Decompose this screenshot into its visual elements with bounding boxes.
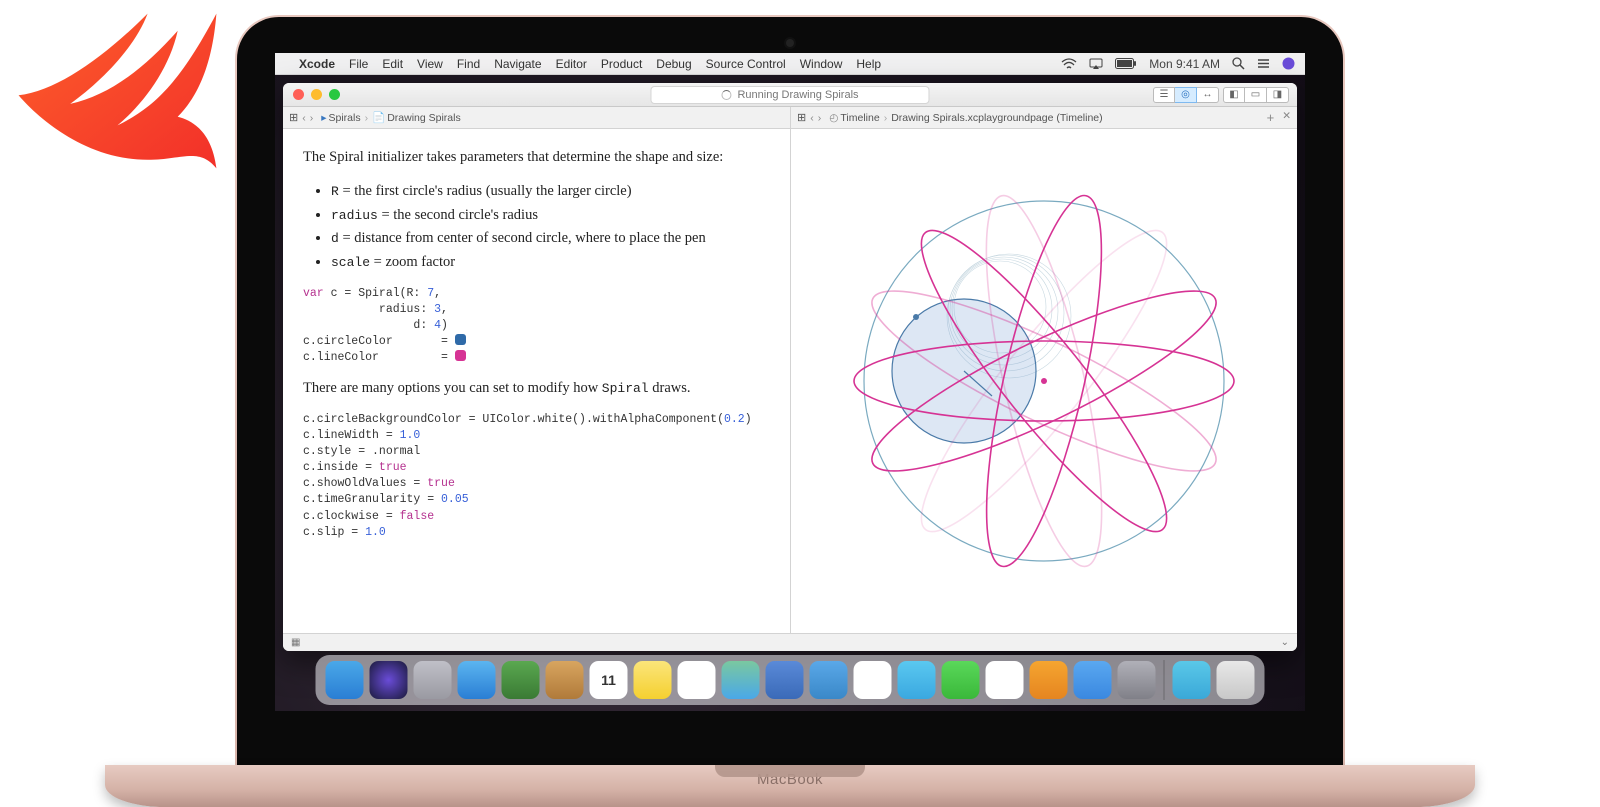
code-block-2[interactable]: c.circleBackgroundColor = UIColor.white(…: [303, 412, 766, 541]
notification-center-icon[interactable]: [1257, 57, 1270, 70]
close-assistant-button[interactable]: ✕: [1282, 110, 1291, 125]
titlebar: Running Drawing Spirals ☰ ◎ ↔ ◧ ▭ ◨: [283, 83, 1297, 107]
debug-bar: ▦ ⌄: [283, 633, 1297, 651]
clock[interactable]: Mon 9:41 AM: [1149, 57, 1220, 71]
nav-back-button-r[interactable]: ‹: [810, 112, 814, 124]
dock-itunes-icon[interactable]: [986, 661, 1024, 699]
dock-appstore-icon[interactable]: [1074, 661, 1112, 699]
dock-reminders-icon[interactable]: [678, 661, 716, 699]
menu-product[interactable]: Product: [601, 57, 642, 71]
wifi-icon[interactable]: [1061, 58, 1077, 70]
macbook-hinge: [105, 765, 1475, 807]
siri-icon[interactable]: [1282, 57, 1295, 70]
dock-calendar-icon[interactable]: 11: [590, 661, 628, 699]
dock-preview-icon[interactable]: [502, 661, 540, 699]
debug-toggle-icon[interactable]: ▦: [291, 637, 300, 648]
menu-edit[interactable]: Edit: [382, 57, 403, 71]
related-items-icon-r[interactable]: ⊞: [797, 111, 806, 124]
standard-editor-button[interactable]: ☰: [1153, 87, 1175, 103]
dock-xcode-icon[interactable]: [766, 661, 804, 699]
jump-bar: ⊞ ‹ › ▸ Spirals › 📄 Drawing Spirals: [283, 107, 1297, 129]
activity-text: Running Drawing Spirals: [737, 89, 858, 101]
pane-toggle-segmented: ◧ ▭ ◨: [1223, 87, 1289, 103]
menubar: Xcode File Edit View Find Navigate Edito…: [275, 53, 1305, 75]
menu-editor[interactable]: Editor: [556, 57, 587, 71]
xcode-window: Running Drawing Spirals ☰ ◎ ↔ ◧ ▭ ◨: [283, 83, 1297, 651]
crumb-timeline[interactable]: Timeline: [840, 112, 879, 124]
menu-navigate[interactable]: Navigate: [494, 57, 541, 71]
assistant-editor-button[interactable]: ◎: [1175, 87, 1197, 103]
nav-forward-button[interactable]: ›: [310, 112, 314, 124]
dock-ibooks-icon[interactable]: [1030, 661, 1068, 699]
crumb-file[interactable]: Drawing Spirals: [387, 112, 461, 124]
spinner-icon: [721, 90, 731, 100]
code-block-1[interactable]: var c = Spiral(R: 7, radius: 3, d: 4) c.…: [303, 286, 766, 366]
toggle-navigator-button[interactable]: ◧: [1223, 87, 1245, 103]
prose-intro: The Spiral initializer takes parameters …: [303, 147, 766, 169]
crumb-timeline-page[interactable]: Drawing Spirals.xcplaygroundpage (Timeli…: [891, 112, 1102, 124]
airplay-icon[interactable]: [1089, 58, 1103, 70]
dock-safari-icon[interactable]: [458, 661, 496, 699]
dock-settings-icon[interactable]: [1118, 661, 1156, 699]
close-button[interactable]: [293, 89, 304, 100]
source-editor[interactable]: The Spiral initializer takes parameters …: [283, 129, 790, 633]
minimize-button[interactable]: [311, 89, 322, 100]
spiral-rendering: [834, 171, 1254, 591]
crumb-project[interactable]: Spirals: [329, 112, 361, 124]
menu-find[interactable]: Find: [457, 57, 480, 71]
zoom-button[interactable]: [329, 89, 340, 100]
menu-view[interactable]: View: [417, 57, 443, 71]
spotlight-icon[interactable]: [1232, 57, 1245, 70]
dock-divider: [1164, 660, 1165, 700]
camera-icon: [786, 39, 794, 47]
menu-window[interactable]: Window: [800, 57, 843, 71]
activity-viewer[interactable]: Running Drawing Spirals: [650, 86, 929, 104]
add-assistant-button[interactable]: +: [1267, 110, 1275, 125]
dock-notes-icon[interactable]: [634, 661, 672, 699]
dock-launchpad-icon[interactable]: [414, 661, 452, 699]
dock-messages-icon[interactable]: [898, 661, 936, 699]
version-editor-button[interactable]: ↔: [1197, 87, 1219, 103]
dock-downloads-icon[interactable]: [1173, 661, 1211, 699]
menu-file[interactable]: File: [349, 57, 368, 71]
dock-finder-icon[interactable]: [326, 661, 364, 699]
menu-debug[interactable]: Debug: [656, 57, 691, 71]
dock-siri-icon[interactable]: [370, 661, 408, 699]
dock-maps-icon[interactable]: [722, 661, 760, 699]
prose-mid: There are many options you can set to mo…: [303, 378, 766, 400]
dock-facetime-icon[interactable]: [942, 661, 980, 699]
macbook-frame: Xcode File Edit View Find Navigate Edito…: [235, 15, 1345, 775]
editor-mode-segmented: ☰ ◎ ↔: [1153, 87, 1219, 103]
menu-help[interactable]: Help: [856, 57, 881, 71]
dock-contacts-icon[interactable]: [546, 661, 584, 699]
related-items-icon[interactable]: ⊞: [289, 111, 298, 124]
dock-keynote-icon[interactable]: [810, 661, 848, 699]
swift-logo-icon: [5, 5, 230, 220]
nav-back-button[interactable]: ‹: [302, 112, 306, 124]
debug-filter-icon[interactable]: ⌄: [1281, 637, 1289, 648]
dock-photos-icon[interactable]: [854, 661, 892, 699]
color-swatch-magenta[interactable]: [455, 350, 466, 361]
battery-icon[interactable]: [1115, 58, 1137, 69]
param-list: R = the first circle's radius (usually t…: [331, 181, 766, 274]
toggle-debug-button[interactable]: ▭: [1245, 87, 1267, 103]
toggle-inspector-button[interactable]: ◨: [1267, 87, 1289, 103]
menu-source-control[interactable]: Source Control: [706, 57, 786, 71]
app-menu[interactable]: Xcode: [299, 57, 335, 71]
color-swatch-blue[interactable]: [455, 334, 466, 345]
nav-forward-button-r[interactable]: ›: [818, 112, 822, 124]
dock-trash-icon[interactable]: [1217, 661, 1255, 699]
timeline-view: [790, 129, 1297, 633]
dock: 11: [316, 655, 1265, 705]
